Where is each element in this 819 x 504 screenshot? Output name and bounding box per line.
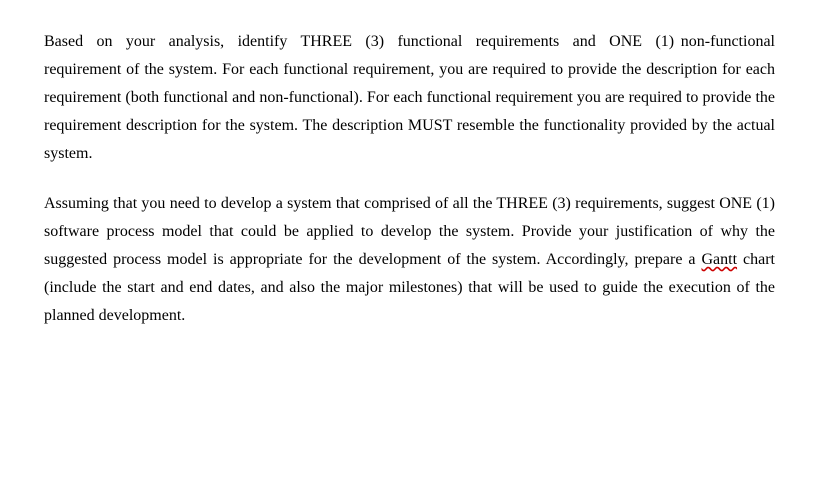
- paragraph-2-text: Assuming that you need to develop a syst…: [44, 195, 775, 324]
- gantt-word: Gantt: [702, 251, 738, 268]
- paragraph-1: Based on your analysis, identify THREE (…: [44, 28, 775, 168]
- paragraph-1-text: Based on your analysis, identify THREE (…: [44, 33, 775, 162]
- paragraph-2: Assuming that you need to develop a syst…: [44, 190, 775, 330]
- page-container: Based on your analysis, identify THREE (…: [0, 0, 819, 504]
